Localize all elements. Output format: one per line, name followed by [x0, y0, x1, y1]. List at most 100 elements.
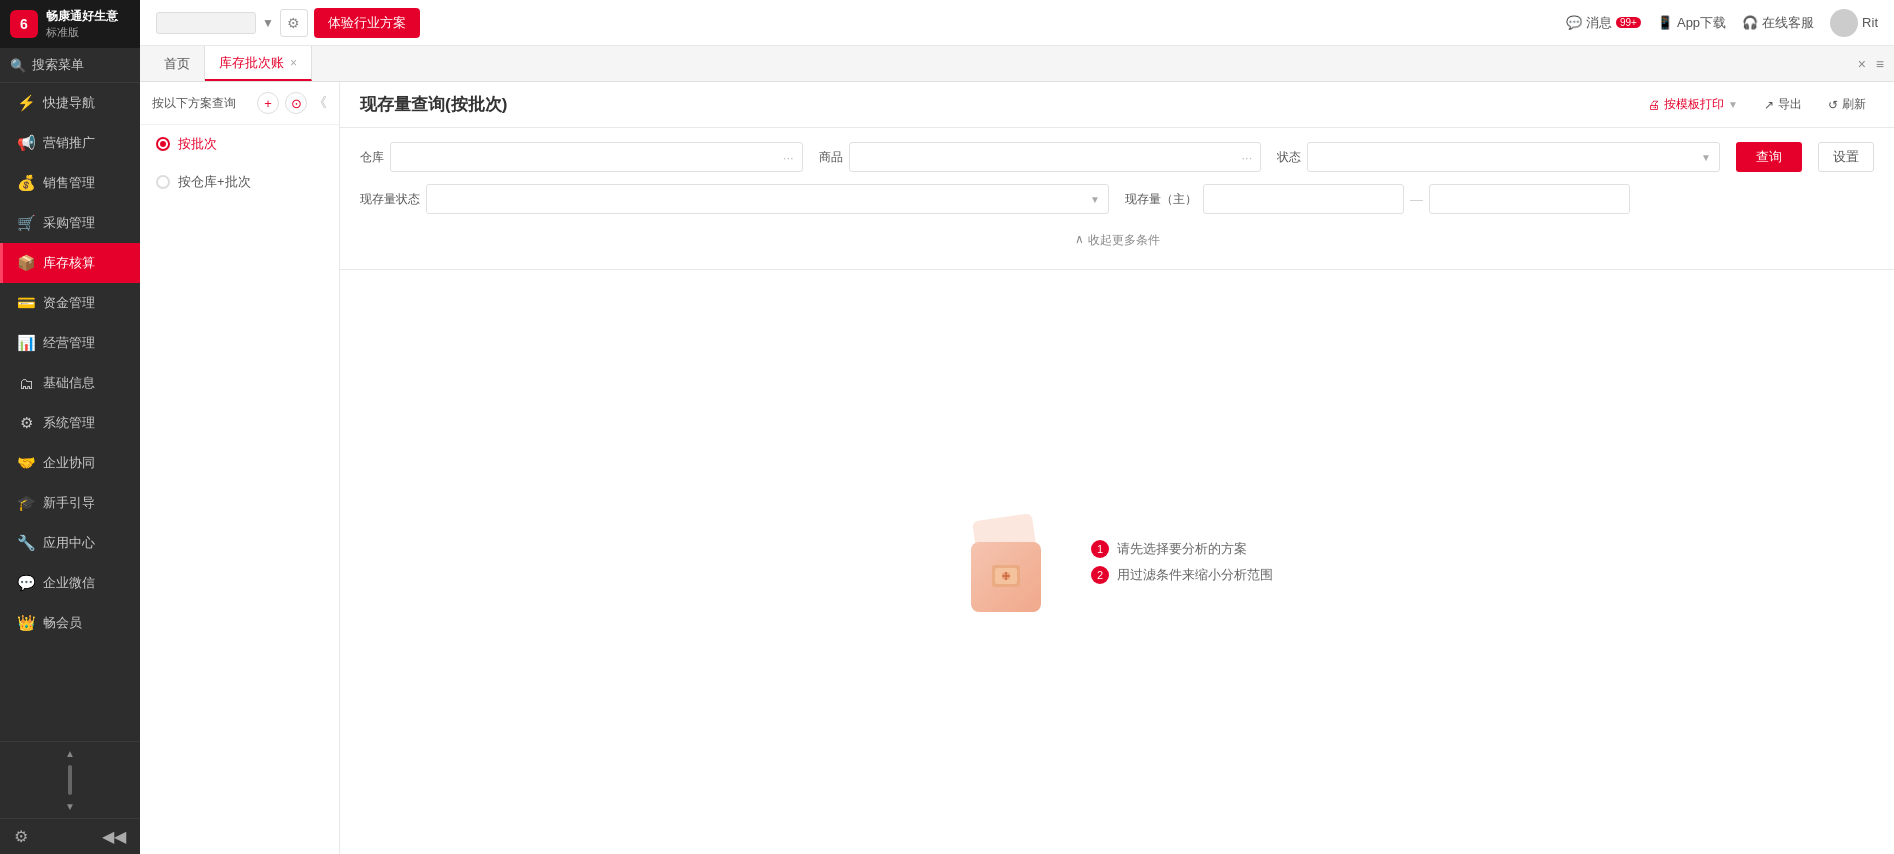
- filter-add-btn[interactable]: +: [257, 92, 279, 114]
- print-dropdown-icon: ▼: [1728, 99, 1738, 110]
- sidebar-item-label: 系统管理: [43, 414, 95, 432]
- settings-button[interactable]: 设置: [1818, 142, 1874, 172]
- wechat-icon: 💬: [17, 574, 35, 592]
- app-logo: 6: [10, 10, 38, 38]
- sidebar-item-basic[interactable]: 🗂 基础信息: [0, 363, 140, 403]
- print-label: 按模板打印: [1664, 96, 1724, 113]
- tab-panel-close: × ≡: [1858, 56, 1884, 72]
- sidebar-item-system[interactable]: ⚙ 系统管理: [0, 403, 140, 443]
- sidebar-item-purchase[interactable]: 🛒 采购管理: [0, 203, 140, 243]
- inventory-icon: 📦: [17, 254, 35, 272]
- sidebar-item-marketing[interactable]: 📢 营销推广: [0, 123, 140, 163]
- finance-icon: 💳: [17, 294, 35, 312]
- refresh-icon: ↺: [1828, 98, 1838, 112]
- search-button[interactable]: 查询: [1736, 142, 1802, 172]
- export-label: 导出: [1778, 96, 1802, 113]
- main-area: ▼ ⚙ 体验行业方案 💬 消息 99+ 📱 App下载 🎧 在线客服 Ri: [140, 0, 1894, 854]
- apps-icon: 🔧: [17, 534, 35, 552]
- message-action[interactable]: 💬 消息 99+: [1566, 14, 1641, 32]
- topbar-settings-btn[interactable]: ⚙: [280, 9, 308, 37]
- sidebar-item-finance[interactable]: 💳 资金管理: [0, 283, 140, 323]
- search-row-2: 现存量状态 ▼ 现存量（主） —: [360, 184, 1874, 214]
- chevron-up-icon: ∧: [1075, 232, 1084, 249]
- status-label: 状态: [1277, 149, 1301, 166]
- sidebar-item-business[interactable]: 📊 经营管理: [0, 323, 140, 363]
- search-menu-item[interactable]: 🔍 搜索菜单: [0, 48, 140, 83]
- export-icon: ↗: [1764, 98, 1774, 112]
- settings-footer-icon[interactable]: ⚙: [14, 827, 28, 846]
- company-info: 畅康通好生意 标准版: [46, 8, 130, 40]
- breadcrumb-input[interactable]: [156, 12, 256, 34]
- sidebar-item-label: 资金管理: [43, 294, 95, 312]
- sidebar-item-newbie[interactable]: 🎓 新手引导: [0, 483, 140, 523]
- filter-settings-icon: ⊙: [291, 96, 302, 111]
- scroll-down-btn[interactable]: ▼: [63, 799, 77, 814]
- tab-close-icon[interactable]: ×: [290, 56, 297, 70]
- sidebar-item-label: 库存核算: [43, 254, 95, 272]
- sidebar-item-quick-nav[interactable]: ⚡ 快捷导航: [0, 83, 140, 123]
- avatar: [1830, 9, 1858, 37]
- empty-tip-1: 1 请先选择要分析的方案: [1091, 540, 1273, 558]
- filter-panel: 按以下方案查询 + ⊙ 《 按批次 按仓库: [140, 82, 340, 854]
- close-panel-icon[interactable]: ×: [1858, 56, 1866, 72]
- tab-inventory-batch[interactable]: 库存批次账 ×: [205, 46, 312, 81]
- sidebar-item-label: 应用中心: [43, 534, 95, 552]
- sidebar-item-member[interactable]: 👑 畅会员: [0, 603, 140, 643]
- breadcrumb-dropdown-icon[interactable]: ▼: [262, 16, 274, 30]
- collapse-sidebar-icon[interactable]: ◀◀: [102, 827, 126, 846]
- sidebar-item-sales[interactable]: 💰 销售管理: [0, 163, 140, 203]
- online-service-action[interactable]: 🎧 在线客服: [1742, 14, 1814, 32]
- product-dots[interactable]: ···: [1242, 150, 1253, 165]
- empty-state: 1 请先选择要分析的方案 2 用过滤条件来缩小分析范围: [340, 270, 1894, 854]
- filter-radio-batch: [156, 137, 170, 151]
- company-edition: 标准版: [46, 25, 130, 40]
- empty-tips: 1 请先选择要分析的方案 2 用过滤条件来缩小分析范围: [1091, 540, 1273, 584]
- tip-text-1: 请先选择要分析的方案: [1117, 540, 1247, 558]
- tab-inventory-batch-label: 库存批次账: [219, 54, 284, 72]
- main-panel: 现存量查询(按批次) 🖨 按模板打印 ▼ ↗ 导出 ↺ 刷新: [340, 82, 1894, 854]
- user-name: Rit: [1862, 15, 1878, 30]
- sidebar-nav: ⚡ 快捷导航 📢 营销推广 💰 销售管理 🛒 采购管理 📦 库存核算 💳 资金管…: [0, 83, 140, 741]
- sales-icon: 💰: [17, 174, 35, 192]
- tab-home[interactable]: 首页: [150, 46, 205, 81]
- sidebar-header: 6 畅康通好生意 标准版: [0, 0, 140, 48]
- scroll-up-btn[interactable]: ▲: [63, 746, 77, 761]
- more-options-icon[interactable]: ≡: [1876, 56, 1884, 72]
- sidebar-item-inventory[interactable]: 📦 库存核算: [0, 243, 140, 283]
- app-download-action[interactable]: 📱 App下载: [1657, 14, 1726, 32]
- sidebar-item-wechat[interactable]: 💬 企业微信: [0, 563, 140, 603]
- export-btn[interactable]: ↗ 导出: [1756, 92, 1810, 117]
- purchase-icon: 🛒: [17, 214, 35, 232]
- sidebar-item-label: 企业微信: [43, 574, 95, 592]
- stock-status-chevron: ▼: [1090, 194, 1100, 205]
- product-field: 商品 ···: [819, 142, 1262, 172]
- filter-header: 按以下方案查询 + ⊙ 《: [140, 82, 339, 125]
- sidebar-item-apps[interactable]: 🔧 应用中心: [0, 523, 140, 563]
- member-icon: 👑: [17, 614, 35, 632]
- status-dropdown[interactable]: ▼: [1307, 142, 1720, 172]
- sidebar-item-enterprise[interactable]: 🤝 企业协同: [0, 443, 140, 483]
- user-action[interactable]: Rit: [1830, 9, 1878, 37]
- filter-item-batch[interactable]: 按批次: [140, 125, 339, 163]
- stock-status-dropdown[interactable]: ▼: [426, 184, 1109, 214]
- experience-btn[interactable]: 体验行业方案: [314, 8, 420, 38]
- filter-collapse-btn[interactable]: 《: [313, 94, 327, 112]
- warehouse-field: 仓库 ···: [360, 142, 803, 172]
- tip-number-1: 1: [1091, 540, 1109, 558]
- stock-qty-to[interactable]: [1429, 184, 1630, 214]
- sidebar-footer: ⚙ ◀◀: [0, 818, 140, 854]
- warehouse-input[interactable]: ···: [390, 142, 803, 172]
- print-btn[interactable]: 🖨 按模板打印 ▼: [1640, 92, 1746, 117]
- product-label: 商品: [819, 149, 843, 166]
- refresh-btn[interactable]: ↺ 刷新: [1820, 92, 1874, 117]
- warehouse-dots[interactable]: ···: [783, 150, 794, 165]
- product-input[interactable]: ···: [849, 142, 1262, 172]
- tip-text-2: 用过滤条件来缩小分析范围: [1117, 566, 1273, 584]
- tabbar: 首页 库存批次账 × × ≡: [140, 46, 1894, 82]
- empty-tip-2: 2 用过滤条件来缩小分析范围: [1091, 566, 1273, 584]
- filter-item-warehouse-batch[interactable]: 按仓库+批次: [140, 163, 339, 201]
- filter-settings-btn[interactable]: ⊙: [285, 92, 307, 114]
- stock-qty-from[interactable]: [1203, 184, 1404, 214]
- collapse-row[interactable]: ∧ 收起更多条件: [360, 226, 1874, 255]
- scroll-thumb: [68, 765, 72, 795]
